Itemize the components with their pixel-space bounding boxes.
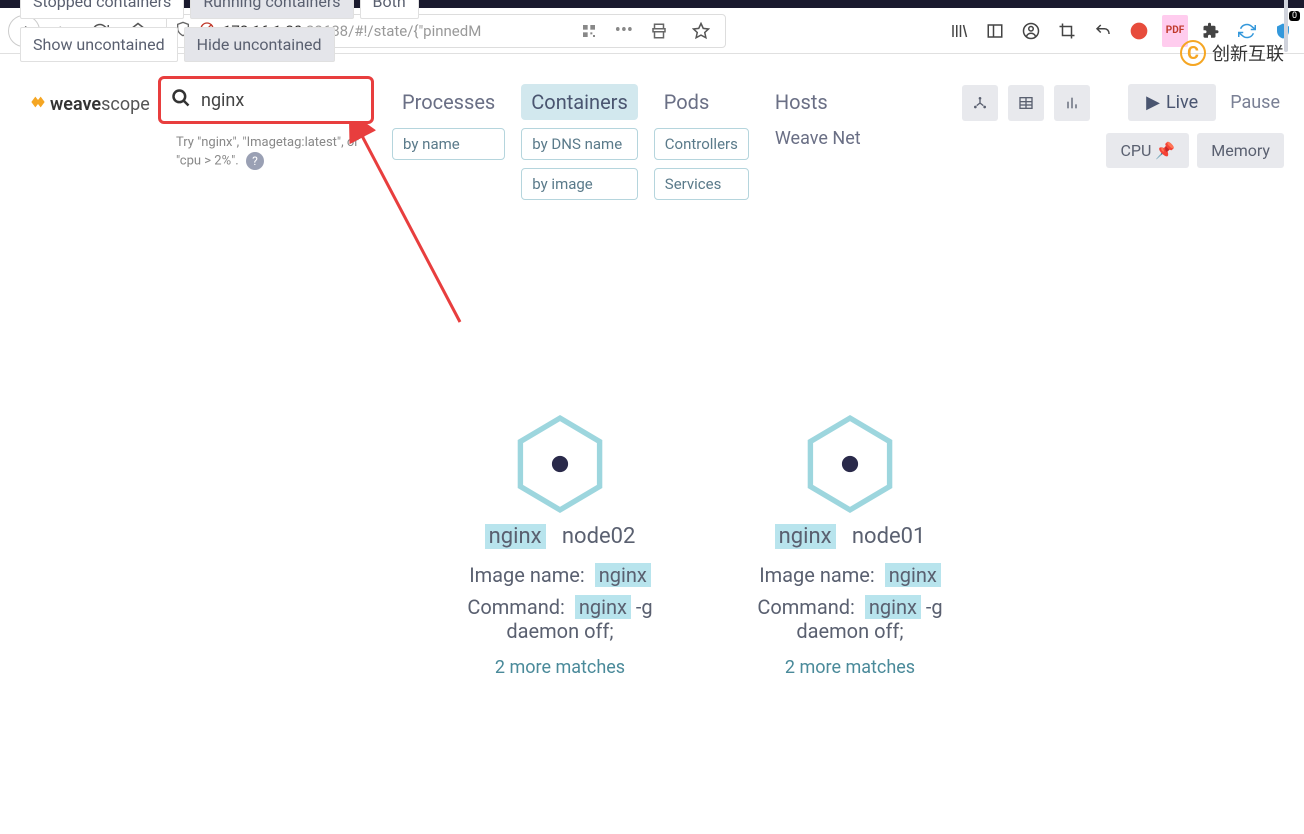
- help-icon[interactable]: ?: [246, 152, 264, 170]
- pin-icon: 📌: [1155, 141, 1175, 160]
- topology-weavenet[interactable]: Weave Net: [765, 128, 871, 155]
- pill-controllers[interactable]: Controllers: [654, 128, 749, 160]
- filter-chip[interactable]: Both: [360, 0, 419, 19]
- topology-containers[interactable]: Containers: [521, 84, 638, 120]
- search-hint: Try "nginx", "Imagetag:latest", or "cpu …: [176, 134, 366, 171]
- metric-memory[interactable]: Memory: [1197, 133, 1284, 168]
- filter-chip[interactable]: Running containers: [190, 0, 353, 19]
- more-icon[interactable]: •••: [615, 20, 633, 41]
- search-input[interactable]: [201, 90, 361, 111]
- node-name-rest: node02: [562, 524, 636, 549]
- hexagon-icon: [805, 414, 895, 514]
- undo-icon[interactable]: [1090, 15, 1116, 47]
- library-icon[interactable]: [946, 15, 972, 47]
- node-item[interactable]: nginx node02 Image name: nginx Command: …: [440, 414, 680, 678]
- pill-by-image[interactable]: by image: [521, 168, 638, 200]
- bookmark-star-icon[interactable]: [685, 15, 717, 47]
- pill-by-name[interactable]: by name: [392, 128, 505, 160]
- view-resources-icon[interactable]: [1054, 85, 1090, 121]
- watermark-icon: C: [1180, 40, 1206, 66]
- pill-services[interactable]: Services: [654, 168, 749, 200]
- qr-icon[interactable]: [573, 15, 605, 47]
- bottom-left-filters: 2 nodes (67 filtered) AllSystem containe…: [20, 0, 420, 70]
- topology-filters: Processes by name Containers by DNS name…: [392, 84, 871, 200]
- search-box[interactable]: [158, 76, 374, 124]
- printer-icon[interactable]: [643, 15, 675, 47]
- sidebar-icon[interactable]: [982, 15, 1008, 47]
- node-item[interactable]: nginx node01 Image name: nginx Command: …: [730, 414, 970, 678]
- logo-mark-icon: [30, 94, 46, 115]
- play-icon: ▶: [1146, 92, 1160, 113]
- filter-chip[interactable]: Show uncontained: [20, 27, 178, 62]
- view-graph-icon[interactable]: [962, 85, 998, 121]
- node-name-highlight: nginx: [775, 524, 836, 549]
- node-name-rest: node01: [852, 524, 926, 549]
- more-matches-link[interactable]: 2 more matches: [785, 657, 915, 678]
- metric-cpu[interactable]: CPU📌: [1106, 133, 1189, 168]
- search-icon: [171, 88, 191, 113]
- pill-by-dns[interactable]: by DNS name: [521, 128, 638, 160]
- nodes-canvas: nginx node02 Image name: nginx Command: …: [440, 414, 970, 678]
- filter-chip[interactable]: Hide uncontained: [184, 27, 335, 62]
- brand-logo[interactable]: weavescope: [30, 94, 150, 115]
- app-main: weavescope Try "nginx", "Imagetag:latest…: [0, 54, 1304, 82]
- topology-processes[interactable]: Processes: [392, 84, 505, 120]
- topology-hosts[interactable]: Hosts: [765, 84, 871, 120]
- view-table-icon[interactable]: [1008, 85, 1044, 121]
- more-matches-link[interactable]: 2 more matches: [495, 657, 625, 678]
- pause-button[interactable]: Pause: [1226, 84, 1284, 121]
- right-controls: ▶Live Pause CPU📌 Memory: [962, 84, 1284, 168]
- account-icon[interactable]: [1018, 15, 1044, 47]
- live-button[interactable]: ▶Live: [1128, 84, 1216, 121]
- hexagon-icon: [515, 414, 605, 514]
- topology-pods[interactable]: Pods: [654, 84, 749, 120]
- ext1-icon[interactable]: [1126, 15, 1152, 47]
- filter-chip[interactable]: Stopped containers: [20, 0, 184, 19]
- node-name-highlight: nginx: [485, 524, 546, 549]
- crop-icon[interactable]: [1054, 15, 1080, 47]
- watermark: C 创新互联: [1180, 40, 1284, 66]
- zoom-slider[interactable]: [1284, 0, 1288, 52]
